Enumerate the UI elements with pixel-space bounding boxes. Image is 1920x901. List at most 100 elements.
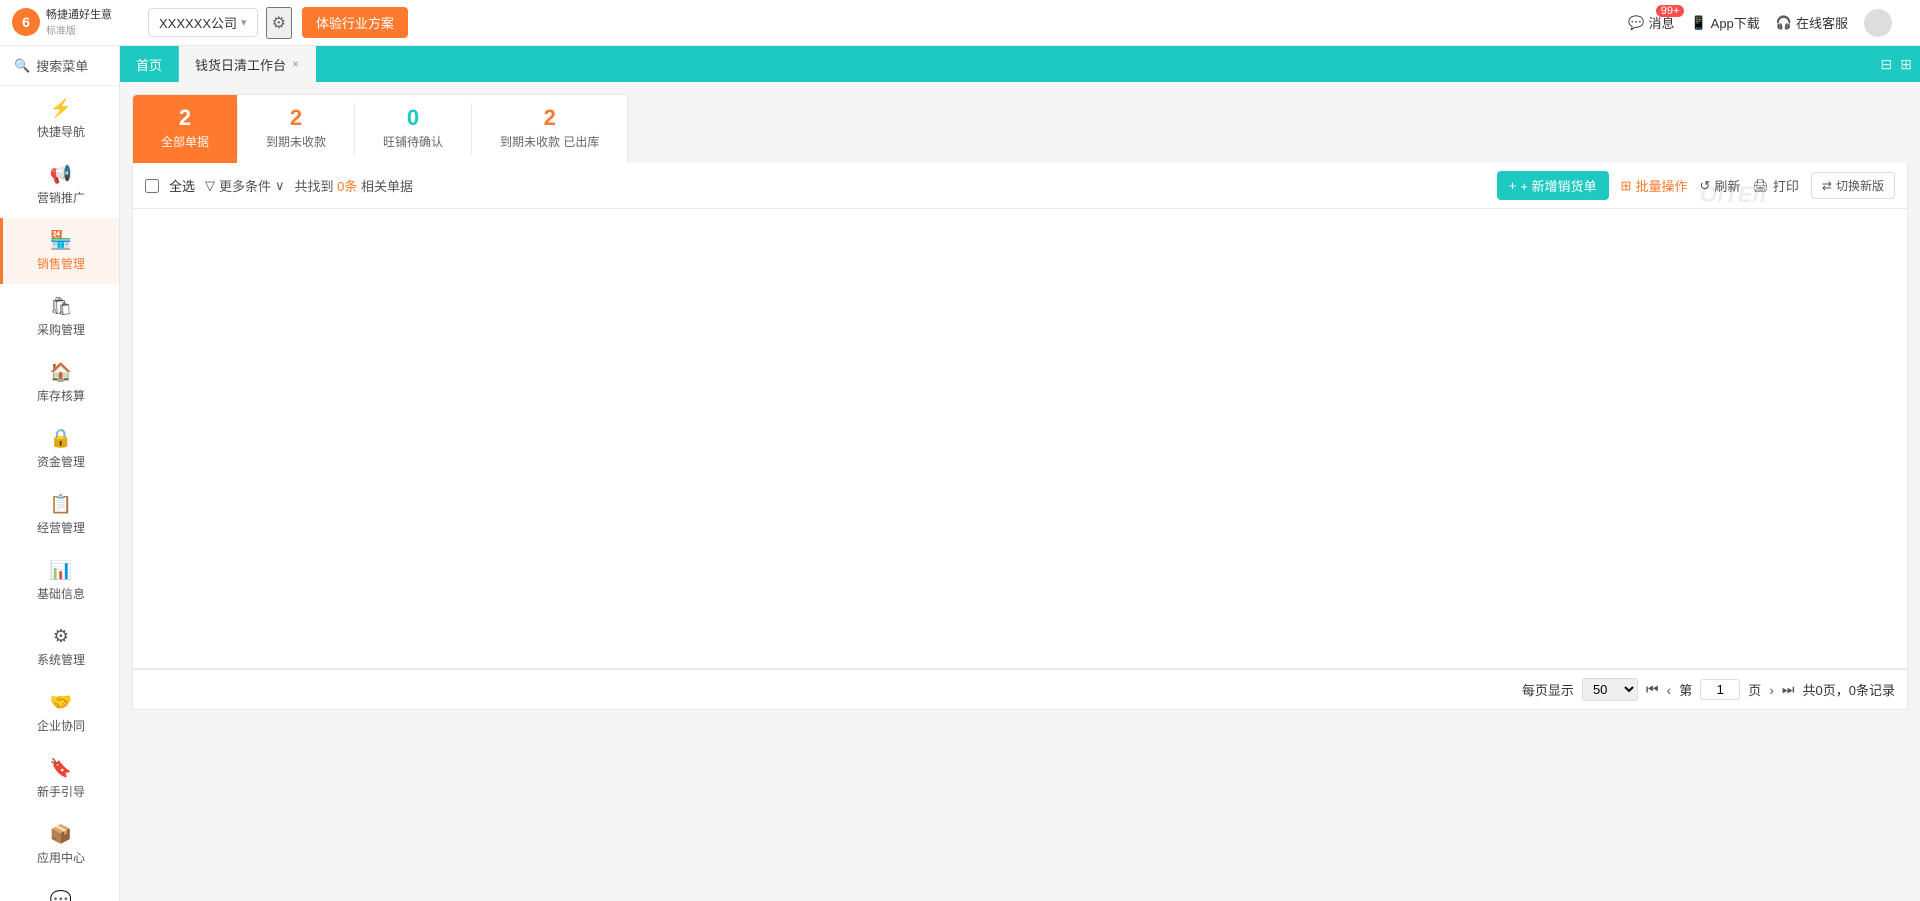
card-all-count: 2 — [179, 105, 191, 131]
chevron-down-icon: ▾ — [241, 16, 247, 29]
card-pending[interactable]: 0 旺铺待确认 — [355, 95, 471, 163]
new-sales-order-button[interactable]: + + 新增销货单 — [1497, 171, 1609, 200]
sidebar-item-inventory[interactable]: 🏠 库存核算 — [0, 350, 119, 416]
logo-icon: 6 — [12, 8, 40, 36]
shop-icon: 🏪 — [50, 230, 72, 251]
switch-label: 切换新版 — [1836, 177, 1884, 194]
sidebar-label: 新手引导 — [37, 783, 85, 800]
sidebar-label: 库存核算 — [37, 387, 85, 404]
toolbar-left: 全选 ▽ 更多条件 ∨ 共找到 0条 相关单据 — [145, 176, 1487, 195]
select-all-label: 全选 — [169, 176, 195, 195]
sidebar-item-purchase[interactable]: 🛍 采购管理 — [0, 284, 119, 350]
prev-page-button[interactable]: ‹ — [1667, 682, 1672, 698]
top-header: 6 畅捷通好生意 标准版 XXXXXX公司 ▾ ⚙ 体验行业方案 💬 消息 99… — [0, 0, 1920, 46]
card-all-label: 全部单据 — [161, 133, 209, 150]
lock-icon: 🔒 — [50, 428, 72, 449]
sidebar-label: 快捷导航 — [37, 123, 85, 140]
tab-home[interactable]: 首页 — [120, 46, 179, 82]
tab-cash-flow-label: 钱货日清工作台 — [195, 55, 286, 74]
tab-home-label: 首页 — [136, 55, 162, 74]
sidebar-item-sales[interactable]: 🏪 销售管理 — [0, 218, 119, 284]
avatar[interactable] — [1864, 9, 1892, 37]
sidebar-item-app-center[interactable]: 📦 应用中心 — [0, 812, 119, 878]
tab-bar: 首页 钱货日清工作台 × ⊟ ⊞ — [120, 46, 1920, 82]
lightning-icon: ⚡ — [50, 98, 72, 119]
logo-area: 6 畅捷通好生意 标准版 — [12, 8, 132, 37]
card-pending-label: 旺铺待确认 — [383, 133, 443, 150]
sidebar-item-operation[interactable]: 📋 经营管理 — [0, 482, 119, 548]
tab-cash-flow[interactable]: 钱货日清工作台 × — [179, 46, 316, 82]
filter-label: 更多条件 — [219, 176, 271, 195]
card-all[interactable]: 2 全部单据 — [133, 95, 237, 163]
summary-cards: 2 全部单据 2 到期未收款 0 旺铺待确认 2 到期未收款 已出库 — [132, 94, 628, 163]
batch-operation-button[interactable]: ⊞ 批量操作 — [1621, 176, 1688, 195]
page-number-input[interactable] — [1700, 679, 1740, 700]
tab-maximize-button[interactable]: ⊞ — [1900, 56, 1912, 73]
sidebar-label: 采购管理 — [37, 321, 85, 338]
message-badge: 99+ — [1656, 5, 1685, 17]
new-btn-label: + 新增销货单 — [1520, 176, 1596, 195]
sidebar-item-cooperation[interactable]: 🤝 企业协同 — [0, 680, 119, 746]
content-area — [132, 209, 1908, 669]
last-page-button[interactable]: ⏭ — [1782, 681, 1795, 698]
search-menu-item[interactable]: 🔍 搜索菜单 — [0, 46, 119, 86]
app-download-button[interactable]: 📱 App下载 — [1690, 13, 1759, 32]
first-page-button[interactable]: ⏮ — [1646, 681, 1659, 698]
online-service-button[interactable]: 🎧 在线客服 — [1776, 13, 1848, 32]
messages-button[interactable]: 💬 消息 99+ — [1628, 13, 1674, 32]
company-selector[interactable]: XXXXXX公司 ▾ — [148, 8, 258, 37]
more-filter-button[interactable]: ▽ 更多条件 ∨ — [205, 176, 285, 195]
handshake-icon: 🤝 — [50, 692, 72, 713]
tab-close-icon[interactable]: × — [292, 57, 299, 71]
trial-button[interactable]: 体验行业方案 — [302, 7, 408, 38]
filter-icon: ▽ — [205, 178, 215, 194]
batch-label: 批量操作 — [1635, 176, 1687, 195]
sidebar-label: 经营管理 — [37, 519, 85, 536]
sidebar-label: 系统管理 — [37, 651, 85, 668]
switch-icon: ⇄ — [1822, 179, 1832, 193]
batch-icon: ⊞ — [1621, 178, 1632, 194]
total-records: 共0页，0条记录 — [1803, 680, 1895, 699]
sidebar-item-marketing[interactable]: 📢 营销推广 — [0, 152, 119, 218]
next-page-button[interactable]: › — [1769, 682, 1774, 698]
sidebar-item-guide[interactable]: 🔖 新手引导 — [0, 746, 119, 812]
card-pending-count: 0 — [407, 105, 419, 131]
page-size-select[interactable]: 50 100 200 — [1582, 678, 1638, 701]
toolbar: 全选 ▽ 更多条件 ∨ 共找到 0条 相关单据 + + 新增销货单 ⊞ 批量操作… — [132, 163, 1908, 209]
clipboard-icon: 📋 — [50, 494, 72, 515]
settings-button[interactable]: ⚙ — [266, 7, 292, 39]
sidebar-item-quick-nav[interactable]: ⚡ 快捷导航 — [0, 86, 119, 152]
tab-minimize-button[interactable]: ⊟ — [1881, 56, 1893, 73]
refresh-button[interactable]: ↺ 刷新 — [1699, 176, 1740, 195]
table-icon: 📊 — [50, 560, 72, 581]
filter-count: 0条 — [337, 179, 357, 194]
card-overdue-shipped-count: 2 — [544, 105, 556, 131]
sidebar-item-wechat[interactable]: 💬 企业微信 — [0, 878, 119, 901]
print-button[interactable]: 🖨 打印 — [1752, 176, 1799, 195]
sidebar-item-system[interactable]: ⚙ 系统管理 — [0, 614, 119, 680]
box-icon: 📦 — [50, 824, 72, 845]
print-icon: 🖨 — [1752, 178, 1769, 194]
card-overdue-count: 2 — [290, 105, 302, 131]
sidebar-item-capital[interactable]: 🔒 资金管理 — [0, 416, 119, 482]
house-icon: 🏠 — [50, 362, 72, 383]
card-overdue-shipped[interactable]: 2 到期未收款 已出库 — [472, 95, 627, 163]
select-all-checkbox[interactable] — [145, 179, 159, 193]
headset-icon: 🎧 — [1776, 15, 1792, 31]
bookmark-icon: 🔖 — [50, 758, 72, 779]
card-overdue[interactable]: 2 到期未收款 — [238, 95, 354, 163]
sidebar-label: 销售管理 — [37, 255, 85, 272]
switch-version-button[interactable]: ⇄ 切换新版 — [1811, 172, 1895, 199]
toolbar-right: + + 新增销货单 ⊞ 批量操作 ↺ 刷新 🖨 打印 ⇄ 切换新版 — [1497, 171, 1895, 200]
logo-text: 畅捷通好生意 标准版 — [46, 8, 112, 37]
sidebar-label: 资金管理 — [37, 453, 85, 470]
card-overdue-shipped-label: 到期未收款 已出库 — [500, 133, 599, 150]
refresh-icon: ↺ — [1699, 178, 1710, 194]
page-label-end: 页 — [1748, 680, 1761, 699]
search-icon: 🔍 — [14, 58, 30, 74]
sidebar-item-basic-info[interactable]: 📊 基础信息 — [0, 548, 119, 614]
page-size-label: 每页显示 — [1522, 680, 1574, 699]
main-content: 2 全部单据 2 到期未收款 0 旺铺待确认 2 到期未收款 已出库 全选 ▽ … — [120, 82, 1920, 901]
chevron-icon: ∨ — [275, 178, 285, 194]
related-label: 相关单据 — [361, 179, 413, 194]
